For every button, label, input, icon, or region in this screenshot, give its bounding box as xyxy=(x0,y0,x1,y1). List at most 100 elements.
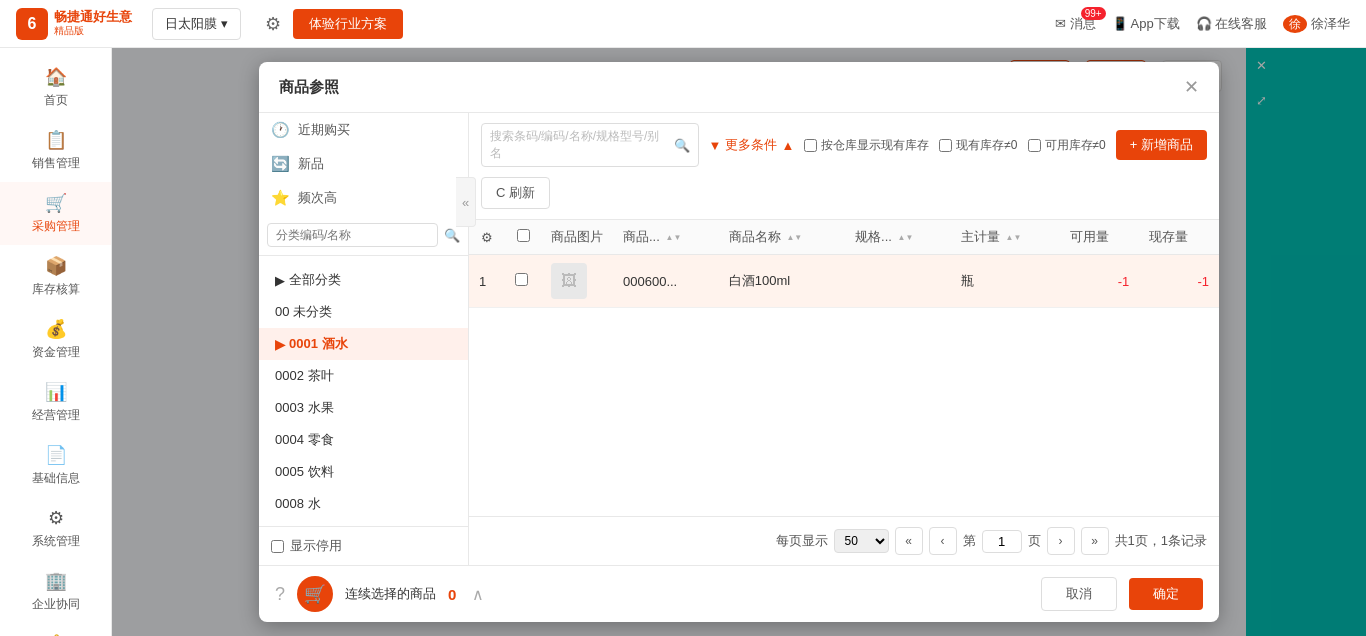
th-name[interactable]: 商品名称 ▲▼ xyxy=(719,220,845,255)
next-page-btn[interactable]: › xyxy=(1047,527,1075,555)
navbar-right: ✉ 消息 99+ 📱 App下载 🎧 在线客服 徐 徐泽华 xyxy=(1055,15,1350,33)
table-row[interactable]: 1 🖼 xyxy=(469,255,1219,308)
finance-icon: 💰 xyxy=(45,318,67,340)
store-name: 日太阳膜 xyxy=(165,15,217,33)
sidebar-item-home[interactable]: 🏠 首页 xyxy=(0,56,111,119)
store-selector[interactable]: 日太阳膜 ▾ xyxy=(152,8,241,40)
settings-icon[interactable]: ⚙ xyxy=(265,13,281,35)
cat-0008[interactable]: 0008 水 xyxy=(259,488,468,520)
last-page-btn[interactable]: » xyxy=(1081,527,1109,555)
column-settings-icon[interactable]: ⚙ xyxy=(481,230,493,245)
show-disabled-checkbox[interactable] xyxy=(271,540,284,553)
page-size-select[interactable]: 50 10 20 100 xyxy=(834,529,889,553)
help-icon[interactable]: ? xyxy=(275,584,285,605)
cancel-button[interactable]: 取消 xyxy=(1041,577,1117,611)
sidebar: 🏠 首页 📋 销售管理 🛒 采购管理 📦 库存核算 💰 资金管理 📊 经营管理 … xyxy=(0,48,112,636)
row-checkbox[interactable] xyxy=(515,273,528,286)
modal-overlay: 商品参照 ✕ 🕐 近期购买 🔄 xyxy=(112,48,1366,636)
sidebar-item-sales[interactable]: 📋 销售管理 xyxy=(0,119,111,182)
refresh-button[interactable]: C 刷新 xyxy=(481,177,550,209)
quick-filter-recent[interactable]: 🕐 近期购买 xyxy=(259,113,468,147)
th-spec[interactable]: 规格... ▲▼ xyxy=(845,220,951,255)
category-search-icon[interactable]: 🔍 xyxy=(444,228,460,243)
product-image: 🖼 xyxy=(551,263,587,299)
table-header-row: ⚙ 商品图片 商品... ▲▼ xyxy=(469,220,1219,255)
left-panel-collapse-btn[interactable]: « xyxy=(456,177,476,227)
message-icon: ✉ xyxy=(1055,16,1066,31)
system-icon: ⚙ xyxy=(48,507,64,529)
sidebar-item-purchase[interactable]: 🛒 采购管理 xyxy=(0,182,111,245)
show-disabled-label: 显示停用 xyxy=(290,537,342,555)
available-stock-filter[interactable]: 可用库存≠0 xyxy=(1028,137,1106,154)
trial-btn[interactable]: 体验行业方案 xyxy=(293,9,403,39)
filter-arrow-icon: ▲ xyxy=(781,138,794,153)
modal-body: 🕐 近期购买 🔄 新品 ⭐ 频次高 xyxy=(259,113,1219,565)
cat-00[interactable]: 00 未分类 xyxy=(259,296,468,328)
messages-wrap[interactable]: ✉ 消息 99+ xyxy=(1055,15,1096,33)
phone-icon: 📱 xyxy=(1112,16,1128,31)
product-table: ⚙ 商品图片 商品... ▲▼ xyxy=(469,220,1219,308)
sidebar-item-finance[interactable]: 💰 资金管理 xyxy=(0,308,111,371)
sort-arrows-unit: ▲▼ xyxy=(1005,234,1021,242)
warehouse-stock-filter[interactable]: 按仓库显示现有库存 xyxy=(804,137,929,154)
headset-icon: 🎧 xyxy=(1196,16,1212,31)
category-tree: ▶ 全部分类 00 未分类 ▶ 0001 酒水 0002 茶 xyxy=(259,256,468,526)
cat-0002[interactable]: 0002 茶叶 xyxy=(259,360,468,392)
more-filters-btn[interactable]: ▼ 更多条件 ▲ xyxy=(709,136,795,154)
product-reference-modal: 商品参照 ✕ 🕐 近期购买 🔄 xyxy=(259,62,1219,622)
td-stock: -1 xyxy=(1139,255,1219,308)
total-info: 共1页，1条记录 xyxy=(1115,532,1207,550)
sidebar-item-enterprise[interactable]: 🏢 企业协同 xyxy=(0,560,111,623)
app-download[interactable]: 📱 App下载 xyxy=(1112,15,1180,33)
selected-label: 连续选择的商品 xyxy=(345,585,436,603)
page-suffix: 页 xyxy=(1028,532,1041,550)
navbar: 6 畅捷通好生意 精品版 日太阳膜 ▾ ⚙ 体验行业方案 ✉ 消息 99+ 📱 … xyxy=(0,0,1366,48)
online-service[interactable]: 🎧 在线客服 xyxy=(1196,15,1268,33)
selected-count: 0 xyxy=(448,586,456,603)
sidebar-item-system[interactable]: ⚙ 系统管理 xyxy=(0,497,111,560)
modal-right-panel: 搜索条码/编码/名称/规格型号/别名 🔍 ▼ 更多条件 ▲ 按仓库显示现有库存 xyxy=(469,113,1219,565)
current-stock-filter[interactable]: 现有库存≠0 xyxy=(939,137,1017,154)
td-check xyxy=(505,255,541,308)
quick-filter-label: 近期购买 xyxy=(298,121,350,139)
quick-filter-frequent[interactable]: ⭐ 频次高 xyxy=(259,181,468,215)
sidebar-item-operations[interactable]: 📊 经营管理 xyxy=(0,371,111,434)
sidebar-item-label: 采购管理 xyxy=(32,218,80,235)
th-image: 商品图片 xyxy=(541,220,613,255)
product-search-bar[interactable]: 搜索条码/编码/名称/规格型号/别名 🔍 xyxy=(481,123,699,167)
cat-0001[interactable]: ▶ 0001 酒水 xyxy=(259,328,468,360)
quick-filter-new[interactable]: 🔄 新品 xyxy=(259,147,468,181)
quick-filter-label: 频次高 xyxy=(298,189,337,207)
inventory-icon: 📦 xyxy=(45,255,67,277)
select-all-checkbox[interactable] xyxy=(517,229,530,242)
category-search-input[interactable] xyxy=(267,223,438,247)
add-product-button[interactable]: + 新增商品 xyxy=(1116,130,1207,160)
cat-0005[interactable]: 0005 饮料 xyxy=(259,456,468,488)
sidebar-item-label: 库存核算 xyxy=(32,281,80,298)
th-code[interactable]: 商品... ▲▼ xyxy=(613,220,719,255)
footer-collapse-icon[interactable]: ∧ xyxy=(472,585,484,604)
modal-left-panel: 🕐 近期购买 🔄 新品 ⭐ 频次高 xyxy=(259,113,469,565)
sidebar-item-label: 销售管理 xyxy=(32,155,80,172)
th-unit[interactable]: 主计量 ▲▼ xyxy=(951,220,1060,255)
sidebar-item-basic-info[interactable]: 📄 基础信息 xyxy=(0,434,111,497)
sidebar-item-guide[interactable]: 🔔 新手引导 xyxy=(0,623,111,636)
user-info[interactable]: 徐 徐泽华 xyxy=(1283,15,1350,33)
td-spec xyxy=(845,255,951,308)
sidebar-item-label: 系统管理 xyxy=(32,533,80,550)
cart-icon[interactable]: 🛒 xyxy=(297,576,333,612)
current-stock-checkbox[interactable] xyxy=(939,139,952,152)
td-available: -1 xyxy=(1060,255,1140,308)
available-stock-checkbox[interactable] xyxy=(1028,139,1041,152)
first-page-btn[interactable]: « xyxy=(895,527,923,555)
prev-page-btn[interactable]: ‹ xyxy=(929,527,957,555)
main-layout: 🏠 首页 📋 销售管理 🛒 采购管理 📦 库存核算 💰 资金管理 📊 经营管理 … xyxy=(0,48,1366,636)
cat-0004[interactable]: 0004 零食 xyxy=(259,424,468,456)
cat-all[interactable]: ▶ 全部分类 xyxy=(259,264,468,296)
page-number-input[interactable] xyxy=(982,530,1022,553)
sidebar-item-inventory[interactable]: 📦 库存核算 xyxy=(0,245,111,308)
cat-0003[interactable]: 0003 水果 xyxy=(259,392,468,424)
modal-close-button[interactable]: ✕ xyxy=(1184,76,1199,98)
warehouse-stock-checkbox[interactable] xyxy=(804,139,817,152)
confirm-button[interactable]: 确定 xyxy=(1129,578,1203,610)
